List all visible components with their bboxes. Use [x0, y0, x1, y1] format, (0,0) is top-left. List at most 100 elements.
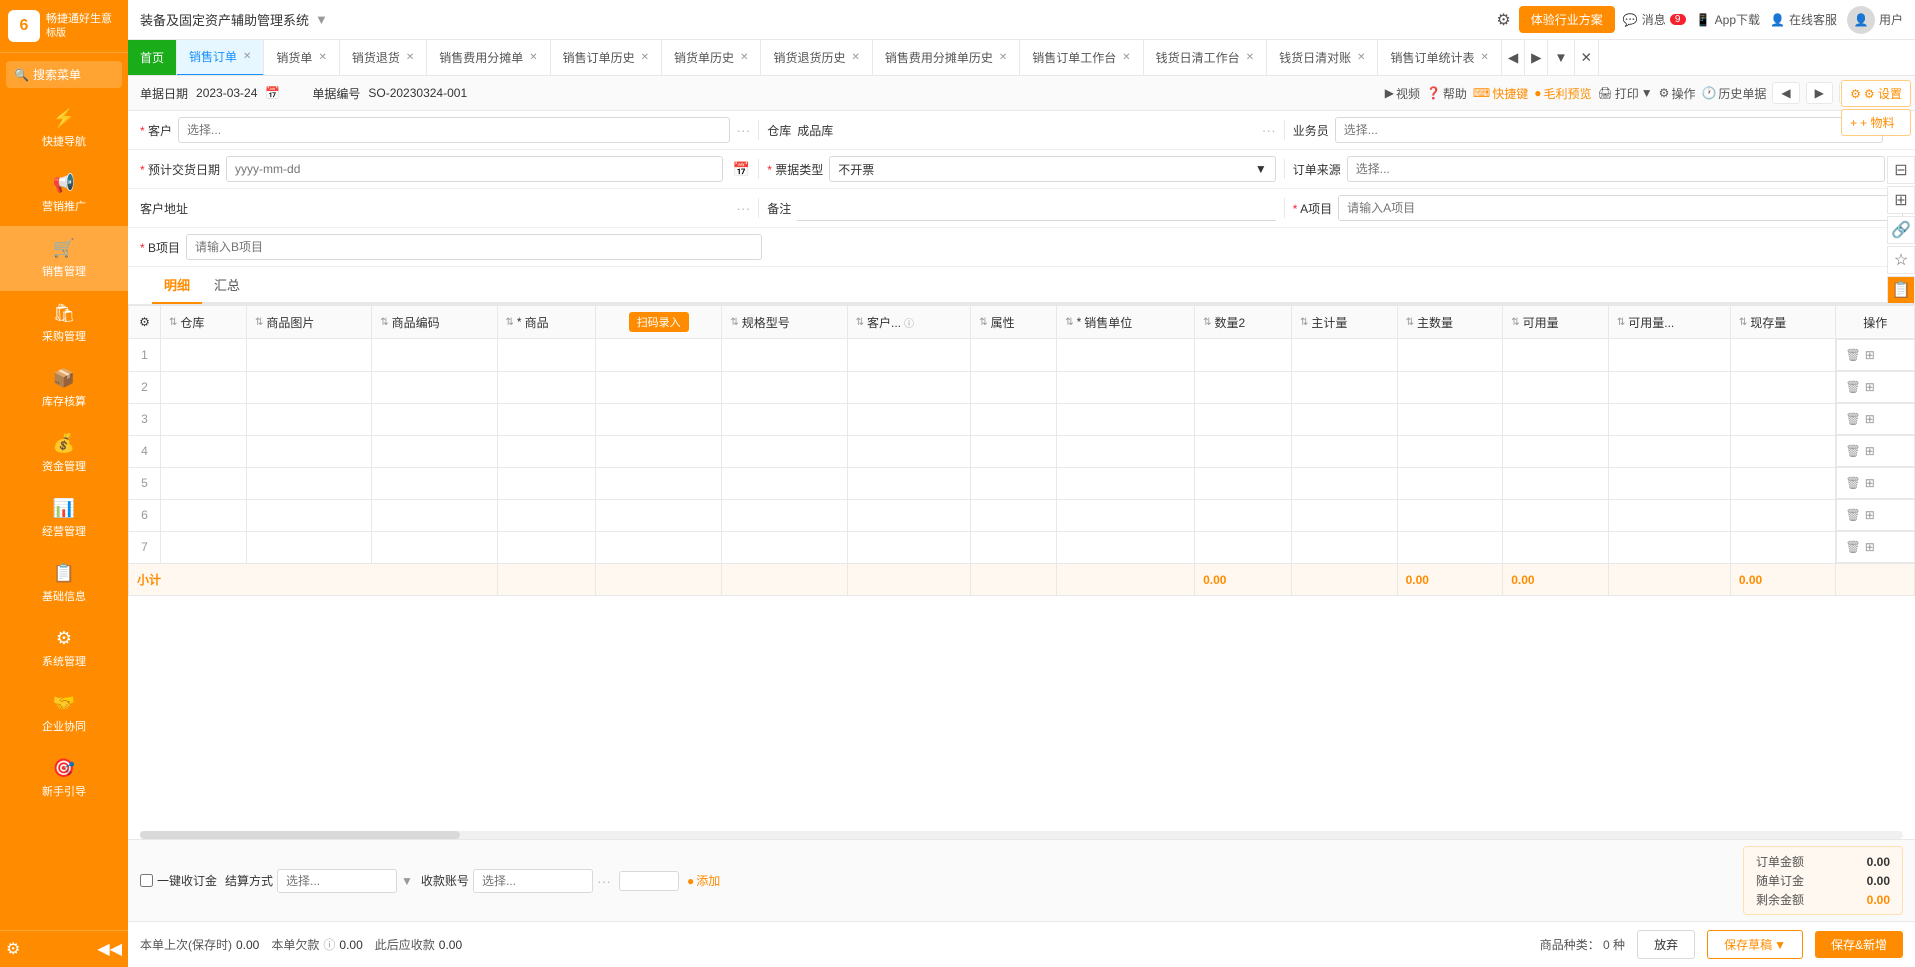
tab-more[interactable]: ▼ [1548, 40, 1574, 76]
add-material-button[interactable]: + + 物料 [1841, 109, 1911, 136]
horizontal-scrollbar[interactable] [140, 831, 1903, 839]
gear-icon[interactable]: ⚙ [1496, 10, 1510, 30]
cell-code-4[interactable] [372, 435, 497, 467]
tab-close-7[interactable]: ✕ [851, 52, 859, 63]
sidebar-item-system[interactable]: ⚙ 系统管理 [0, 616, 128, 681]
cell-attr-4[interactable] [971, 435, 1057, 467]
cell-spec-2[interactable] [722, 371, 847, 403]
address-dots[interactable]: ··· [736, 200, 750, 216]
discard-button[interactable]: 放弃 [1637, 930, 1695, 959]
sidebar-item-guide[interactable]: 🎯 新手引导 [0, 746, 128, 811]
tab-daily-clear-workbench[interactable]: 钱货日清工作台 ✕ [1144, 40, 1267, 76]
help-link[interactable]: ❓ 帮助 [1426, 85, 1467, 102]
sidebar-item-sales[interactable]: 🛒 销售管理 [0, 226, 128, 291]
cell-unit-4[interactable] [1057, 435, 1195, 467]
tab-daily-clear-account[interactable]: 钱货日清对账 ✕ [1267, 40, 1378, 76]
copy-row-3[interactable]: ⊞ [1865, 412, 1875, 426]
delivery-date-calendar-icon[interactable]: 📅 [733, 161, 750, 178]
copy-row-4[interactable]: ⊞ [1865, 444, 1875, 458]
side-btn-1[interactable]: ⊟ [1887, 156, 1915, 184]
tab-nav-left[interactable]: ◀ [1502, 40, 1525, 76]
tab-sales-return-history[interactable]: 销货退货历史 ✕ [761, 40, 872, 76]
cell-customer-code-5[interactable] [847, 467, 971, 499]
calendar-icon[interactable]: 📅 [265, 86, 280, 100]
cell-available2-7[interactable] [1608, 531, 1730, 564]
tab-nav-right[interactable]: ▶ [1525, 40, 1548, 76]
delete-row-2[interactable]: 🗑 [1845, 380, 1860, 394]
tab-sales-order-history[interactable]: 销售订单历史 ✕ [551, 40, 662, 76]
sidebar-item-purchase[interactable]: 🛍 采购管理 [0, 291, 128, 356]
cell-stock-7[interactable] [1730, 531, 1836, 564]
cell-qty2-3[interactable] [1195, 403, 1292, 435]
next-record-button[interactable]: ▶ [1806, 82, 1833, 104]
cell-qty2-1[interactable] [1195, 339, 1292, 372]
delete-row-6[interactable]: 🗑 [1845, 508, 1860, 522]
cell-warehouse-6[interactable] [161, 499, 247, 531]
copy-row-2[interactable]: ⊞ [1865, 380, 1875, 394]
cell-stock-6[interactable] [1730, 499, 1836, 531]
history-link[interactable]: 🕐 历史单据 [1701, 85, 1766, 102]
cell-customer-code-4[interactable] [847, 435, 971, 467]
side-btn-2[interactable]: ⊞ [1887, 186, 1915, 214]
cell-warehouse-4[interactable] [161, 435, 247, 467]
checkout-checkbox-input[interactable] [140, 874, 153, 887]
sidebar-item-enterprise[interactable]: 🤝 企业协同 [0, 681, 128, 746]
copy-row-5[interactable]: ⊞ [1865, 476, 1875, 490]
warehouse-dots[interactable]: ··· [1262, 122, 1276, 138]
cell-product-5[interactable] [497, 467, 596, 499]
delete-row-4[interactable]: 🗑 [1845, 444, 1860, 458]
sidebar-collapse-button[interactable]: ◀◀ [97, 939, 122, 959]
cell-stock-2[interactable] [1730, 371, 1836, 403]
cell-available-4[interactable] [1503, 435, 1609, 467]
amount-input[interactable]: 0.00 [619, 871, 679, 891]
tab-close-10[interactable]: ✕ [1246, 52, 1254, 63]
solution-button[interactable]: 体验行业方案 [1519, 6, 1615, 33]
tab-sales-bill-history[interactable]: 销货单历史 ✕ [662, 40, 761, 76]
cell-available2-3[interactable] [1608, 403, 1730, 435]
scan-input-button[interactable]: 扫码录入 [629, 312, 689, 332]
cell-main-qty-4[interactable] [1397, 435, 1503, 467]
cell-code-7[interactable] [372, 531, 497, 564]
col-settings[interactable]: ⚙ [129, 306, 161, 339]
cell-available2-5[interactable] [1608, 467, 1730, 499]
cell-unit-2[interactable] [1057, 371, 1195, 403]
cell-attr-1[interactable] [971, 339, 1057, 372]
cell-main-qty-6[interactable] [1397, 499, 1503, 531]
cell-stock-5[interactable] [1730, 467, 1836, 499]
remark-input[interactable] [797, 195, 1276, 221]
account-input[interactable] [473, 869, 593, 893]
customer-input[interactable] [178, 117, 730, 143]
shortcut-link[interactable]: ⌨ 快捷键 [1473, 85, 1528, 102]
cell-product-1[interactable] [497, 339, 596, 372]
delivery-date-input[interactable] [226, 156, 723, 182]
cell-spec-3[interactable] [722, 403, 847, 435]
cell-qty2-4[interactable] [1195, 435, 1292, 467]
prev-record-button[interactable]: ◀ [1772, 82, 1799, 104]
tab-sales-expense[interactable]: 销售费用分摊单 ✕ [427, 40, 550, 76]
tab-close-sales-expense[interactable]: ✕ [529, 52, 537, 63]
tab-close-sales-return[interactable]: ✕ [406, 52, 414, 63]
search-menu-button[interactable]: 🔍 搜索菜单 [6, 61, 122, 88]
tab-sales-return[interactable]: 销货退货 ✕ [340, 40, 427, 76]
cell-warehouse-1[interactable] [161, 339, 247, 372]
cell-unit-1[interactable] [1057, 339, 1195, 372]
copy-row-6[interactable]: ⊞ [1865, 508, 1875, 522]
save-new-button[interactable]: 保存&新增 [1815, 931, 1903, 958]
copy-row-7[interactable]: ⊞ [1865, 540, 1875, 554]
cell-stock-4[interactable] [1730, 435, 1836, 467]
cell-spec-6[interactable] [722, 499, 847, 531]
tab-close-all[interactable]: ✕ [1575, 40, 1599, 76]
cell-spec-5[interactable] [722, 467, 847, 499]
delete-row-5[interactable]: 🗑 [1845, 476, 1860, 490]
a-project-input[interactable] [1338, 195, 1903, 221]
save-draft-button[interactable]: 保存草稿 ▼ [1707, 930, 1803, 959]
order-source-input[interactable] [1347, 156, 1885, 182]
cell-customer-code-3[interactable] [847, 403, 971, 435]
side-btn-4[interactable]: ☆ [1887, 246, 1915, 274]
cell-main-unit-3[interactable] [1291, 403, 1397, 435]
tab-close-9[interactable]: ✕ [1122, 52, 1130, 63]
cell-unit-3[interactable] [1057, 403, 1195, 435]
cell-main-unit-6[interactable] [1291, 499, 1397, 531]
cell-customer-code-6[interactable] [847, 499, 971, 531]
app-download-button[interactable]: 📱 App下载 [1696, 11, 1760, 28]
